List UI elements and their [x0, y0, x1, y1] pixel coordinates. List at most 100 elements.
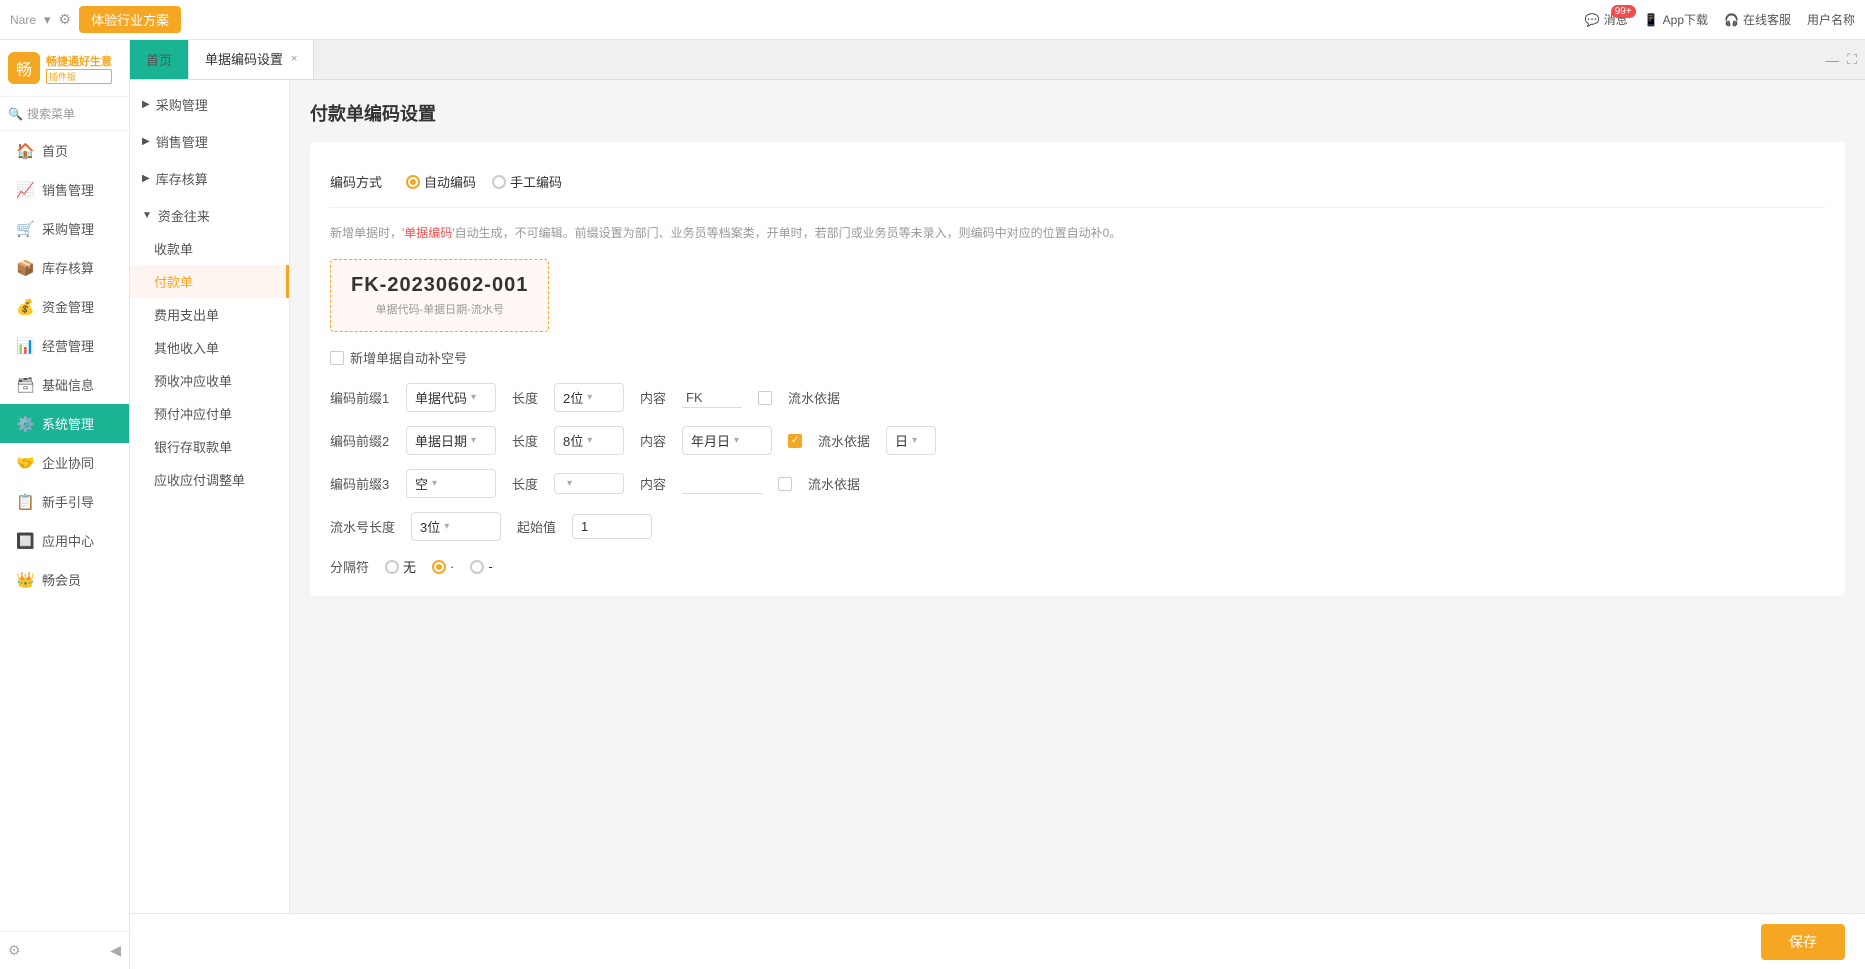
sub-group-inventory-header[interactable]: ▶ 库存核算 [130, 162, 289, 195]
separator-row: 分隔符 无 · - [330, 557, 1825, 576]
sidebar-item-sales[interactable]: 📈 销售管理 [0, 170, 129, 209]
manual-code-radio[interactable]: 手工编码 [492, 172, 562, 191]
prefix2-content-select[interactable]: 年月日 ▾ [682, 426, 772, 455]
app-download-button[interactable]: 📱 App下载 [1644, 11, 1708, 28]
sub-item-receipts[interactable]: 收款单 [130, 232, 289, 265]
sub-item-payments[interactable]: 付款单 [130, 265, 289, 298]
auto-fill-row: 新增单据自动补空号 [330, 348, 1825, 367]
start-value-input[interactable] [572, 514, 652, 539]
user-menu[interactable]: 用户名称 [1807, 11, 1855, 28]
app-icon: 📱 [1644, 13, 1659, 27]
online-service-button[interactable]: 🎧 在线客服 [1724, 11, 1791, 28]
prefix3-serial-checkbox[interactable] [778, 477, 792, 491]
prefix2-length-label: 长度 [512, 431, 538, 450]
prefix2-length-select[interactable]: 8位 ▾ [554, 426, 624, 455]
message-button[interactable]: 💬 消息 99+ [1585, 11, 1628, 28]
member-icon: 👑 [16, 571, 34, 589]
separator-none-radio[interactable]: 无 [385, 557, 416, 576]
serial-length-select[interactable]: 3位 ▾ [411, 512, 501, 541]
code-preview-main: FK-20230602-001 [351, 274, 528, 297]
sidebar-item-home[interactable]: 🏠 首页 [0, 131, 129, 170]
sidebar-item-appcenter[interactable]: 🔲 应用中心 [0, 521, 129, 560]
sub-group-sales: ▶ 销售管理 [130, 125, 289, 158]
inventory-icon: 📦 [16, 259, 34, 277]
auto-fill-label: 新增单据自动补空号 [350, 348, 467, 367]
home-icon: 🏠 [16, 142, 34, 160]
prefix2-select-arrow: ▾ [471, 435, 476, 446]
sub-group-funds: ▼ 资金往来 收款单 付款单 费用支出单 其他收入单 [130, 199, 289, 496]
sub-item-prepay-pay[interactable]: 预付冲应付单 [130, 397, 289, 430]
dropdown-arrow-icon[interactable]: ▾ [44, 12, 51, 28]
prefix1-length-arrow: ▾ [587, 392, 592, 403]
settings-bottom-icon[interactable]: ⚙ [8, 942, 21, 959]
sidebar-item-guide[interactable]: 📋 新手引导 [0, 482, 129, 521]
sidebar-item-enterprise[interactable]: 🤝 企业协同 [0, 443, 129, 482]
sidebar-item-purchase[interactable]: 🛒 采购管理 [0, 209, 129, 248]
sub-group-sales-header[interactable]: ▶ 销售管理 [130, 125, 289, 158]
prefix1-length-label: 长度 [512, 388, 538, 407]
save-button[interactable]: 保存 [1761, 924, 1845, 960]
auto-fill-checkbox[interactable] [330, 351, 344, 365]
prefix2-serial-label: 流水依据 [818, 431, 870, 450]
minimize-icon[interactable]: — [1825, 52, 1839, 68]
sub-item-prepay-recv[interactable]: 预收冲应收单 [130, 364, 289, 397]
appcenter-icon: 🔲 [16, 532, 34, 550]
prefix3-row: 编码前缀3 空 ▾ 长度 ▾ 内容 流水依据 [330, 469, 1825, 498]
sub-item-expenses[interactable]: 费用支出单 [130, 298, 289, 331]
sub-item-recv-pay-adjust[interactable]: 应收应付调整单 [130, 463, 289, 496]
separator-label: 分隔符 [330, 557, 369, 576]
separator-dot-radio[interactable]: · [432, 559, 454, 574]
prefix3-content-input[interactable] [682, 474, 762, 494]
sidebar-item-system[interactable]: ⚙️ 系统管理 [0, 404, 129, 443]
sidebar-item-operations[interactable]: 📊 经营管理 [0, 326, 129, 365]
sub-item-bank-deposit[interactable]: 银行存取款单 [130, 430, 289, 463]
sub-sidebar: ▶ 采购管理 ▶ 销售管理 ▶ 库存核算 [130, 80, 290, 913]
prefix2-date-unit-select[interactable]: 日 ▾ [886, 426, 936, 455]
prefix1-serial-checkbox[interactable] [758, 391, 772, 405]
prefix2-select[interactable]: 单据日期 ▾ [406, 426, 496, 455]
system-icon: ⚙️ [16, 415, 34, 433]
sub-group-purchase: ▶ 采购管理 [130, 88, 289, 121]
prefix3-serial-label: 流水依据 [808, 474, 860, 493]
sidebar-logo: 畅 畅捷通好生意 插件版 [0, 40, 129, 97]
prefix3-select[interactable]: 空 ▾ [406, 469, 496, 498]
sidebar-search[interactable]: 🔍 搜索菜单 [0, 97, 129, 131]
logo-icon: 畅 [8, 52, 40, 84]
left-sidebar: 畅 畅捷通好生意 插件版 🔍 搜索菜单 🏠 首页 📈 销售管理 🛒 采购管理 [0, 40, 130, 969]
trial-button[interactable]: 体验行业方案 [79, 6, 181, 33]
prefix2-content-arrow: ▾ [734, 435, 739, 446]
sidebar-item-basic[interactable]: 🗃 基础信息 [0, 365, 129, 404]
brand-text: Nare [10, 13, 36, 27]
tab-home[interactable]: 首页 [130, 40, 189, 79]
prefix1-select[interactable]: 单据代码 ▾ [406, 383, 496, 412]
service-icon: 🎧 [1724, 13, 1739, 27]
prefix3-length-arrow: ▾ [567, 478, 572, 489]
prefix3-select-arrow: ▾ [432, 478, 437, 489]
prefix1-label: 编码前缀1 [330, 388, 390, 407]
encoding-radio-group: 自动编码 手工编码 [406, 172, 562, 191]
tab-close-icon[interactable]: × [291, 53, 297, 65]
operations-icon: 📊 [16, 337, 34, 355]
prefix1-serial-label: 流水依据 [788, 388, 840, 407]
sub-group-funds-header[interactable]: ▼ 资金往来 [130, 199, 289, 232]
code-preview-sub: 单据代码-单据日期-流水号 [351, 301, 528, 317]
settings-icon[interactable]: ⚙ [59, 11, 72, 28]
sub-group-purchase-header[interactable]: ▶ 采购管理 [130, 88, 289, 121]
sub-item-other-income[interactable]: 其他收入单 [130, 331, 289, 364]
top-bar-left: Nare ▾ ⚙ 体验行业方案 [10, 6, 1577, 33]
prefix2-length-arrow: ▾ [587, 435, 592, 446]
sidebar-item-member[interactable]: 👑 畅会员 [0, 560, 129, 599]
sidebar-item-inventory[interactable]: 📦 库存核算 [0, 248, 129, 287]
prefix1-content-input[interactable] [682, 388, 742, 408]
tab-encoding-settings[interactable]: 单据编码设置 × [189, 40, 314, 79]
sidebar-item-finance[interactable]: 💰 资金管理 [0, 287, 129, 326]
guide-icon: 📋 [16, 493, 34, 511]
prefix3-length-select[interactable]: ▾ [554, 473, 624, 494]
separator-dash-radio[interactable]: - [470, 559, 492, 574]
auto-code-radio[interactable]: 自动编码 [406, 172, 476, 191]
prefix1-length-select[interactable]: 2位 ▾ [554, 383, 624, 412]
collapse-icon[interactable]: ◀ [110, 942, 121, 959]
maximize-icon[interactable]: ⛶ [1847, 51, 1857, 68]
sidebar-nav: 🏠 首页 📈 销售管理 🛒 采购管理 📦 库存核算 💰 资金管理 📊 经 [0, 131, 129, 931]
prefix2-serial-checkbox[interactable]: ✓ [788, 434, 802, 448]
